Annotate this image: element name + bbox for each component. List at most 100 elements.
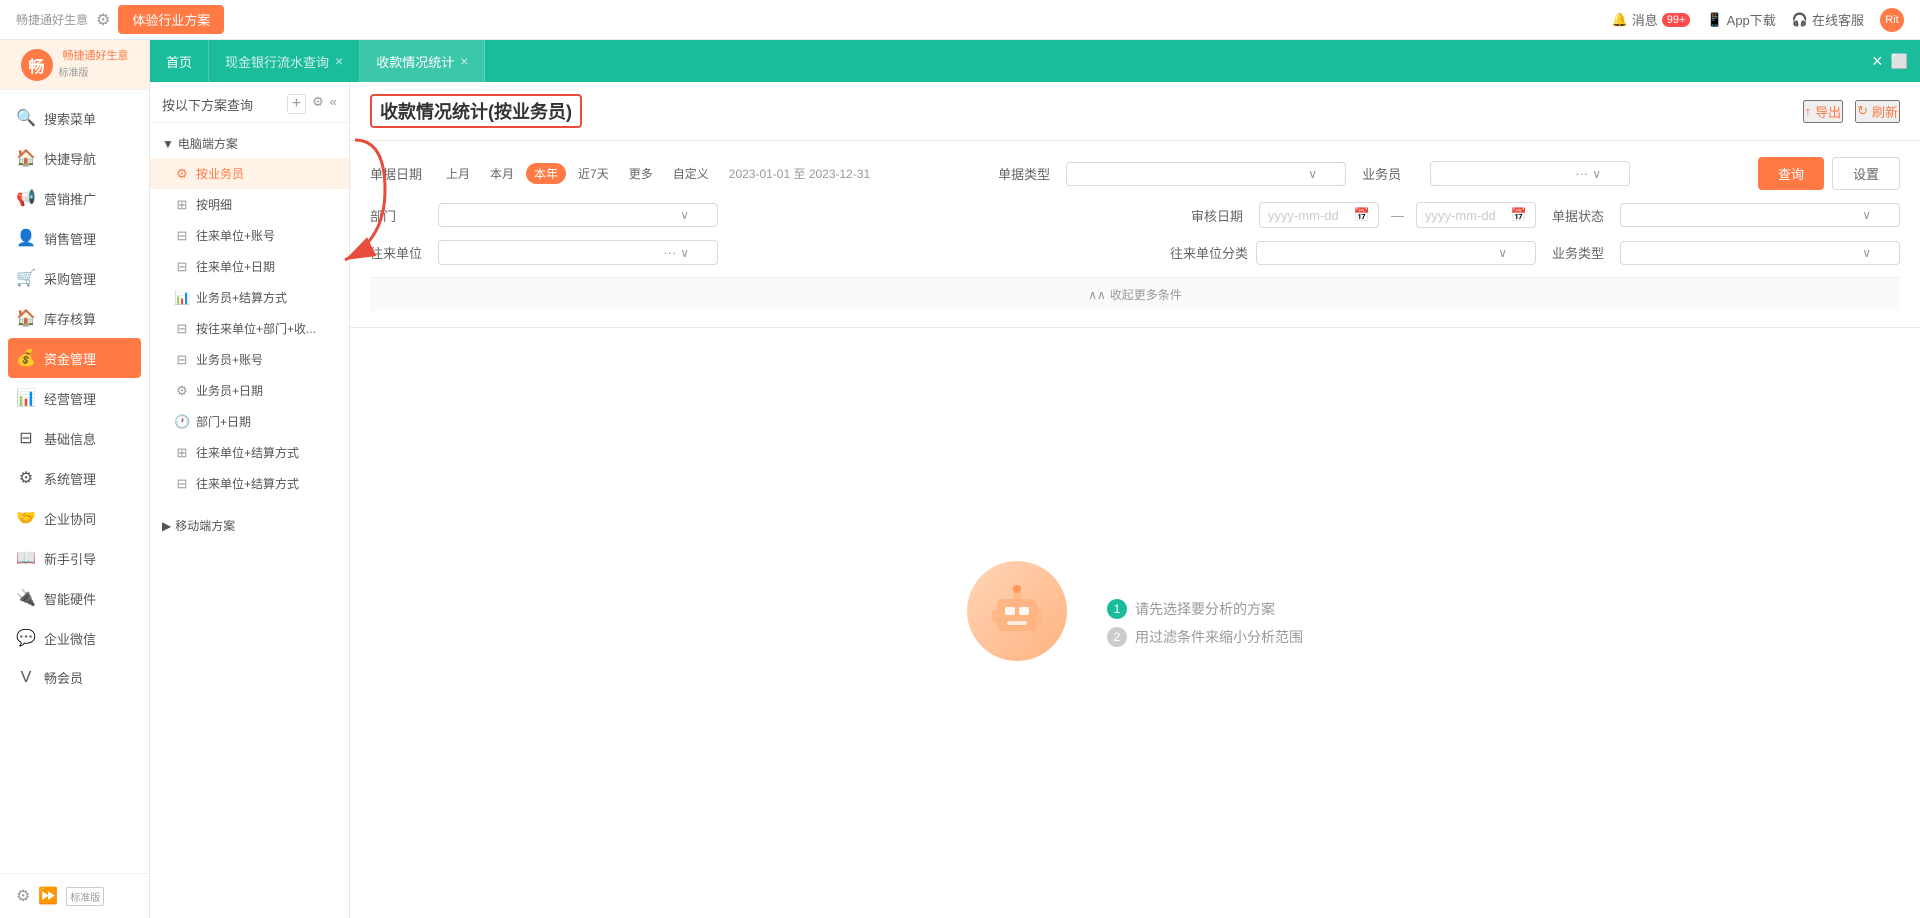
scheme-group-arrow-mobile: ▶ [162,519,171,533]
date-tab-this-year[interactable]: 本年 [526,163,566,184]
refresh-icon: ↻ [1857,103,1868,119]
operation-icon: 📊 [16,388,36,408]
sidebar-item-enterprise[interactable]: 🤝 企业协同 [0,498,149,538]
tab-home[interactable]: 首页 [150,40,209,82]
scheme-item-partner-settle2[interactable]: ⊟ 往来单位+结算方式 [150,468,349,499]
review-date-start[interactable]: yyyy-mm-dd 📅 [1259,202,1379,228]
user-icon: Rit [1880,8,1904,32]
scheme-icon-sales-date: ⚙ [174,383,190,399]
sidebar-item-wechat[interactable]: 💬 企业微信 [0,618,149,658]
left-panel-icons: + ⚙ « [287,94,337,114]
date-tab-this-month[interactable]: 本月 [482,163,522,184]
calendar-icon-start[interactable]: 📅 [1354,207,1370,223]
sidebar-item-sales[interactable]: 👤 销售管理 [0,218,149,258]
scheme-group-desktop[interactable]: ▼ 电脑端方案 [150,129,349,158]
scheme-item-partner-dept[interactable]: ⊟ 按往来单位+部门+收... [150,313,349,344]
sidebar-item-system[interactable]: ⚙ 系统管理 [0,458,149,498]
sidebar-logo: 畅 畅捷通好生意 标准版 [0,40,149,90]
date-tab-7days[interactable]: 近7天 [570,163,617,184]
sidebar-nav: 🔍 搜索菜单 🏠 快捷导航 📢 营销推广 👤 销售管理 🛒 采购管理 🏠 [0,90,149,873]
filter-partner-item: 往来单位 ··· ∨ [370,240,718,265]
doc-type-select[interactable]: ∨ [1066,162,1346,186]
scheme-icon-partner-acct: ⊟ [174,228,190,244]
sidebar-item-hardware[interactable]: 🔌 智能硬件 [0,578,149,618]
scheme-item-sales-settle[interactable]: 📊 业务员+结算方式 [150,282,349,313]
scheme-settings-icon[interactable]: ⚙ [312,94,324,114]
scheme-item-partner-settle1[interactable]: ⊞ 往来单位+结算方式 [150,437,349,468]
messages-button[interactable]: 🔔 消息 99+ [1612,10,1691,29]
filter-review-date-item: 审核日期 yyyy-mm-dd 📅 — yyyy-mm-dd 📅 [1191,202,1536,228]
sidebar-item-guide[interactable]: 📖 新手引导 [0,538,149,578]
user-avatar[interactable]: Rit [1880,8,1904,32]
doc-type-chevron: ∨ [1308,167,1317,181]
tab-bank-flow[interactable]: 现金银行流水查询 × [209,40,360,82]
sidebar-item-label: 基础信息 [44,429,96,448]
refresh-button[interactable]: ↻ 刷新 [1855,100,1900,123]
search-icon: 🔍 [16,108,36,128]
left-panel-header: 按以下方案查询 + ⚙ « [150,82,349,123]
scheme-item-label: 业务员+账号 [196,351,263,368]
set-button[interactable]: 设置 [1832,157,1900,190]
app-download-button[interactable]: 📱 App下载 [1706,10,1775,29]
partner-category-select[interactable]: ∨ [1256,241,1536,265]
partner-category-label: 往来单位分类 [1170,243,1248,262]
scheme-item-partner-date[interactable]: ⊟ 往来单位+日期 [150,251,349,282]
scheme-group-mobile[interactable]: ▶ 移动端方案 [150,511,349,540]
sidebar-item-purchase[interactable]: 🛒 采购管理 [0,258,149,298]
sidebar-item-member[interactable]: V 畅会员 [0,658,149,697]
tab-receipt-stats-close[interactable]: × [460,54,468,68]
sidebar-item-marketing[interactable]: 📢 营销推广 [0,178,149,218]
sidebar-item-label: 采购管理 [44,269,96,288]
query-button[interactable]: 查询 [1758,157,1824,190]
headset-icon: 🎧 [1792,12,1808,28]
sidebar-item-search[interactable]: 🔍 搜索菜单 [0,98,149,138]
calendar-icon-end[interactable]: 📅 [1511,207,1527,223]
review-date-end[interactable]: yyyy-mm-dd 📅 [1416,202,1536,228]
export-icon: ↑ [1805,104,1812,119]
scheme-group-desktop-content: ⚙ 按业务员 ⊞ 按明细 ⊟ 往来单位+账号 ⊟ [150,158,349,499]
sidebar-item-basic[interactable]: ⊟ 基础信息 [0,418,149,458]
review-date-start-text: yyyy-mm-dd [1268,208,1339,223]
salesperson-select[interactable]: ··· ∨ [1430,161,1630,186]
partner-select[interactable]: ··· ∨ [438,240,718,265]
tab-bank-flow-close[interactable]: × [335,54,343,68]
scheme-item-detail[interactable]: ⊞ 按明细 [150,189,349,220]
sidebar-item-finance[interactable]: 💰 资金管理 [8,338,141,378]
collapse-bar[interactable]: ∧∧ 收起更多条件 [370,277,1900,311]
add-scheme-icon[interactable]: + [287,94,306,114]
window-maximize-icon[interactable]: ⬜ [1891,53,1908,70]
top-bar: 畅捷通好生意 ⚙ 体验行业方案 🔔 消息 99+ 📱 App下载 🎧 在线客服 … [0,0,1920,40]
online-service-button[interactable]: 🎧 在线客服 [1792,10,1864,29]
sidebar-item-inventory[interactable]: 🏠 库存核算 [0,298,149,338]
hardware-icon: 🔌 [16,588,36,608]
biz-type-select[interactable]: ∨ [1620,241,1900,265]
date-tab-custom[interactable]: 自定义 [665,163,717,184]
collapse-panel-icon[interactable]: « [330,94,337,114]
scheme-icon-sales-acct: ⊟ [174,352,190,368]
tip-num-1: 1 [1107,599,1127,619]
dept-select[interactable]: ∨ [438,203,718,227]
sidebar-item-operation[interactable]: 📊 经营管理 [0,378,149,418]
trial-button[interactable]: 体验行业方案 [118,5,224,34]
settings-bottom-icon[interactable]: ⚙ [16,886,30,906]
scheme-item-salesperson[interactable]: ⚙ 按业务员 [150,158,349,189]
filter-row-3: 往来单位 ··· ∨ 往来单位分类 ∨ [370,240,1900,265]
tab-receipt-stats[interactable]: 收款情况统计 × [360,40,485,82]
partner-more-icon[interactable]: ··· [663,245,676,260]
doc-status-select[interactable]: ∨ [1620,203,1900,227]
scheme-item-partner-acct[interactable]: ⊟ 往来单位+账号 [150,220,349,251]
date-tab-last-month[interactable]: 上月 [438,163,478,184]
window-close-icon[interactable]: × [1872,51,1883,72]
export-button[interactable]: ↑ 导出 [1803,100,1844,123]
scheme-item-sales-date[interactable]: ⚙ 业务员+日期 [150,375,349,406]
scheme-item-dept-date[interactable]: 🕐 部门+日期 [150,406,349,437]
more-icon[interactable]: ··· [1575,166,1588,181]
date-tab-more[interactable]: 更多 [621,163,661,184]
collapse-sidebar-icon[interactable]: ⏩ [38,886,58,906]
sidebar-item-label: 企业微信 [44,629,96,648]
scheme-item-sales-acct[interactable]: ⊟ 业务员+账号 [150,344,349,375]
date-range-display: 2023-01-01 至 2023-12-31 [729,165,870,182]
settings-gear-icon[interactable]: ⚙ [96,10,110,30]
partner-category-chevron: ∨ [1498,246,1507,260]
sidebar-item-nav[interactable]: 🏠 快捷导航 [0,138,149,178]
